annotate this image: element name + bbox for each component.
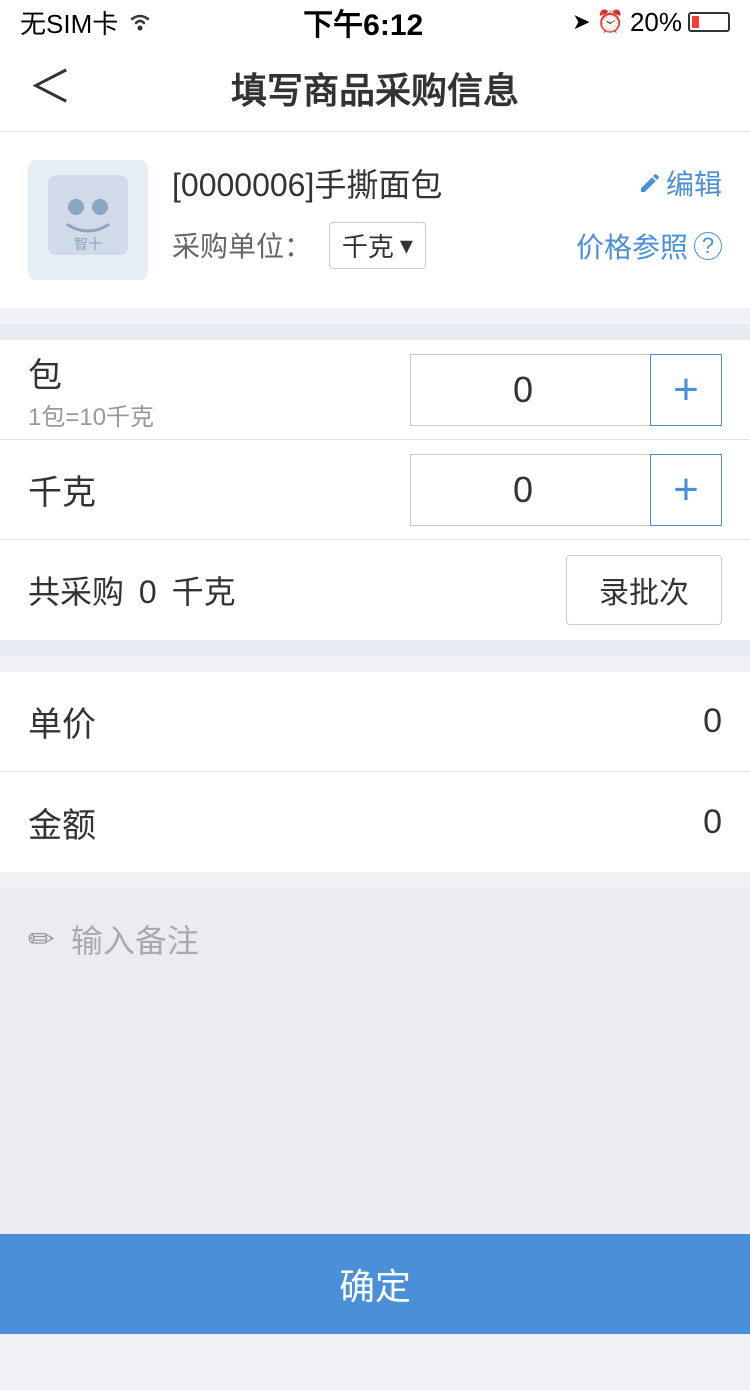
summary-row: 共采购 0 千克 录批次 xyxy=(0,540,750,640)
edit-button[interactable]: 编辑 xyxy=(638,163,722,203)
kg-input-row: 千克 + xyxy=(0,440,750,540)
product-logo: 智十 xyxy=(48,175,128,265)
unit-dropdown[interactable]: 千克 ▾ xyxy=(329,222,426,269)
main-content: 智十 [0000006]手撕面包 编辑 采购单位： 千克 xyxy=(0,132,750,1390)
bao-input-row: 包 1包=10千克 + xyxy=(0,340,750,440)
summary-prefix: 共采购 xyxy=(28,574,124,610)
summary-label: 共采购 0 千克 xyxy=(28,567,236,613)
kg-input[interactable] xyxy=(410,454,650,526)
status-bar-time: 下午6:12 xyxy=(303,0,423,44)
battery-percent: 20% xyxy=(630,7,682,38)
product-section: 智十 [0000006]手撕面包 编辑 采购单位： 千克 xyxy=(0,132,750,308)
unit-price-value: 0 xyxy=(703,702,722,741)
unit-value: 千克 xyxy=(342,227,394,264)
back-button[interactable]: ＜ xyxy=(28,66,72,110)
remark-placeholder: 输入备注 xyxy=(71,916,199,962)
back-icon: ＜ xyxy=(28,63,72,112)
status-bar: 无SIM卡 下午6:12 ➤ ⏰ 20% xyxy=(0,0,750,44)
alarm-icon: ⏰ xyxy=(597,9,624,35)
product-name: [0000006]手撕面包 xyxy=(172,160,442,206)
amount-row: 金额 0 xyxy=(0,772,750,872)
page-title: 填写商品采购信息 xyxy=(231,62,519,114)
location-icon: ➤ xyxy=(572,9,590,35)
bao-plus-button[interactable]: + xyxy=(650,354,722,426)
price-ref-button[interactable]: 价格参照 ? xyxy=(576,226,722,266)
battery-icon xyxy=(688,12,730,32)
pencil-icon: ✏ xyxy=(28,920,55,958)
kg-plus-button[interactable]: + xyxy=(650,454,722,526)
nav-bar: ＜ 填写商品采购信息 xyxy=(0,44,750,132)
unit-selector[interactable]: 采购单位： 千克 ▾ xyxy=(172,222,426,269)
input-section: 包 1包=10千克 + 千克 + xyxy=(0,340,750,540)
help-icon: ? xyxy=(694,232,722,260)
kg-field-group: + xyxy=(410,454,722,526)
edit-label: 编辑 xyxy=(666,163,722,203)
kg-label: 千克 xyxy=(28,465,96,514)
divider-1 xyxy=(0,324,750,340)
confirm-button[interactable]: 确定 xyxy=(0,1234,750,1334)
product-unit-row: 采购单位： 千克 ▾ 价格参照 ? xyxy=(172,222,722,269)
bao-label-group: 包 1包=10千克 xyxy=(28,348,154,432)
bao-input[interactable] xyxy=(410,354,650,426)
status-bar-left: 无SIM卡 xyxy=(20,4,154,41)
wifi-signal-icon xyxy=(126,7,154,38)
status-bar-right: ➤ ⏰ 20% xyxy=(572,7,730,38)
bao-label: 包 xyxy=(28,348,154,397)
dropdown-arrow-icon: ▾ xyxy=(400,230,413,261)
product-info: [0000006]手撕面包 编辑 采购单位： 千克 ▾ 价格 xyxy=(172,160,722,269)
svg-text:智十: 智十 xyxy=(74,236,102,252)
amount-value: 0 xyxy=(703,803,722,842)
price-section: 单价 0 金额 0 xyxy=(0,672,750,872)
product-header: [0000006]手撕面包 编辑 xyxy=(172,160,722,206)
unit-price-label: 单价 xyxy=(28,697,96,746)
unit-label: 采购单位： xyxy=(172,231,312,262)
record-batch-button[interactable]: 录批次 xyxy=(566,555,722,625)
product-image: 智十 xyxy=(28,160,148,280)
unit-price-row: 单价 0 xyxy=(0,672,750,772)
bao-sub-label: 1包=10千克 xyxy=(28,397,154,432)
summary-unit: 千克 xyxy=(172,574,236,610)
price-ref-label: 价格参照 xyxy=(576,226,688,266)
remark-section[interactable]: ✏ 输入备注 xyxy=(0,888,750,990)
divider-2 xyxy=(0,640,750,656)
kg-label-group: 千克 xyxy=(28,465,96,514)
amount-label: 金额 xyxy=(28,798,96,847)
carrier-text: 无SIM卡 xyxy=(20,4,118,41)
bao-field-group: + xyxy=(410,354,722,426)
summary-value: 0 xyxy=(139,574,157,610)
